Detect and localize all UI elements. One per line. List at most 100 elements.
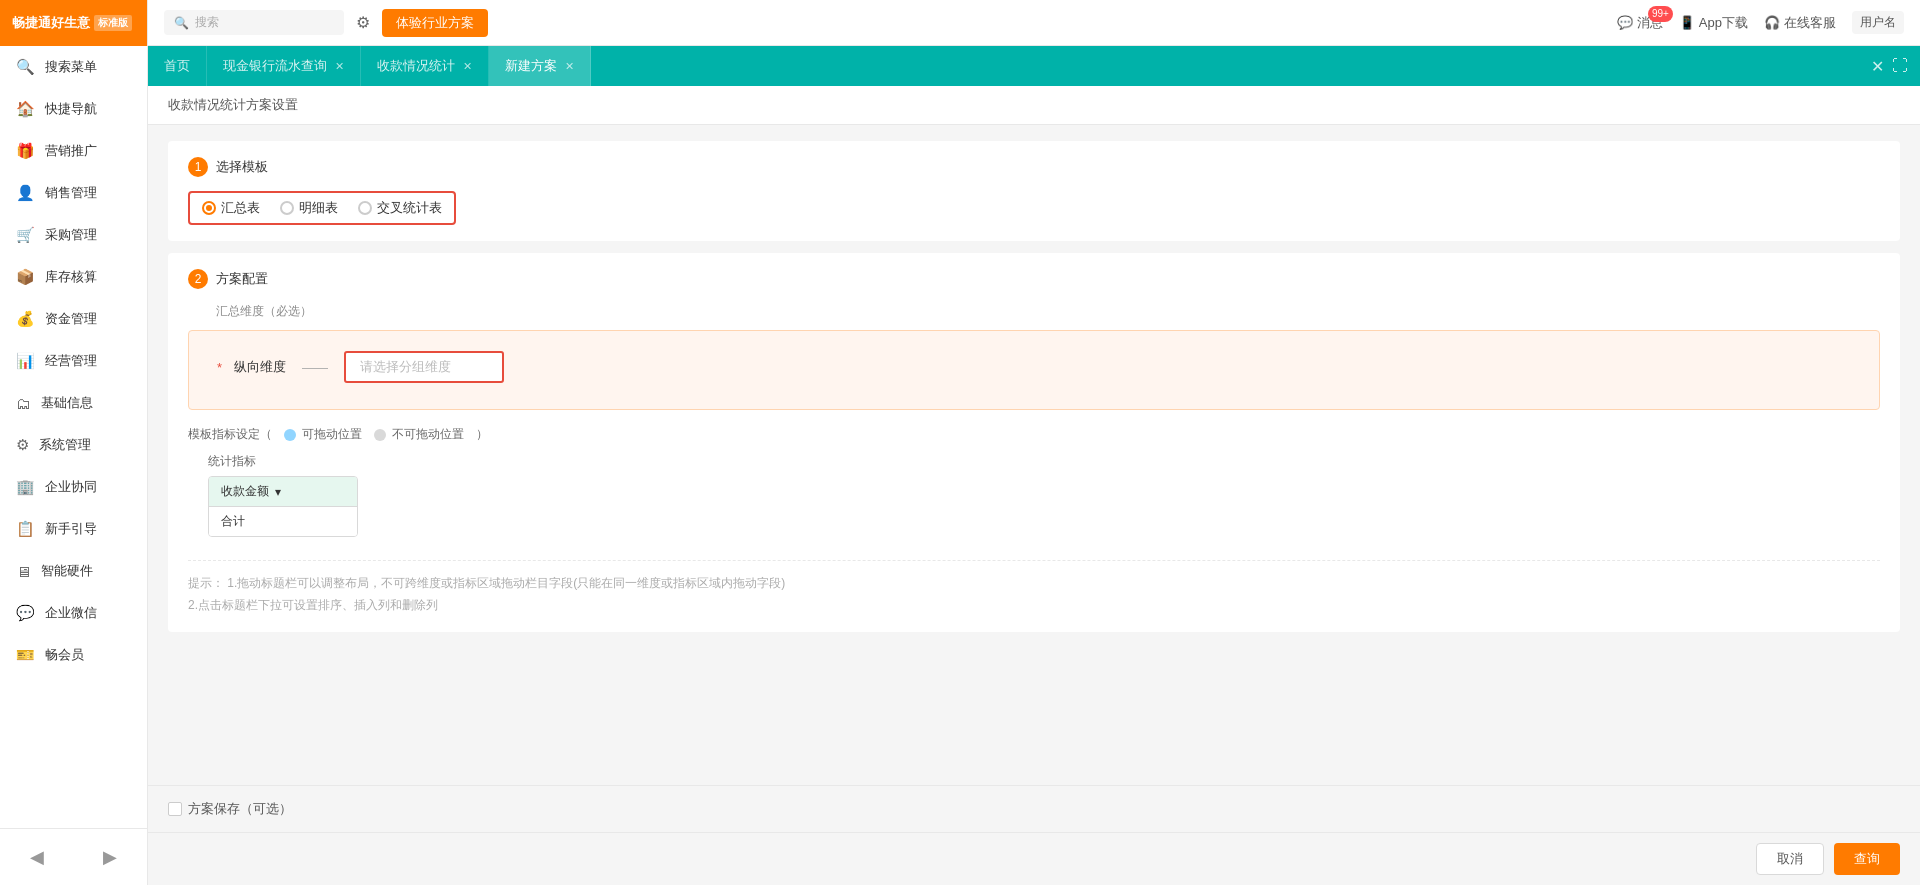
tab-receipt[interactable]: 收款情况统计 ✕ — [361, 46, 489, 86]
sidebar-logo: 畅捷通好生意 标准版 — [0, 0, 147, 46]
user-profile[interactable]: 用户名 — [1852, 11, 1904, 34]
sidebar-item-funds[interactable]: 💰 资金管理 — [0, 298, 147, 340]
tabbar: 首页 现金银行流水查询 ✕ 收款情况统计 ✕ 新建方案 ✕ ✕ ⛶ — [148, 46, 1920, 86]
radio-cross-label: 交叉统计表 — [377, 199, 442, 217]
sidebar-item-guide[interactable]: 📋 新手引导 — [0, 508, 147, 550]
tip-line1: 提示： 1.拖动标题栏可以调整布局，不可跨维度或指标区域拖动栏目字段(只能在同一… — [188, 573, 1880, 595]
sidebar-item-label: 搜索菜单 — [45, 58, 97, 76]
dimension-row: * 纵向维度 —— 请选择分组维度 — [217, 351, 1859, 383]
sidebar-bottom: ◀ ▶ — [0, 828, 147, 885]
radio-detail-label: 明细表 — [299, 199, 338, 217]
sidebar-item-label: 采购管理 — [45, 226, 97, 244]
topbar-search[interactable]: 🔍 搜索 — [164, 10, 344, 35]
sidebar-item-management[interactable]: 📊 经营管理 — [0, 340, 147, 382]
radio-detail-circle — [280, 201, 294, 215]
indicator-table-row: 合计 — [209, 507, 357, 536]
indicator-table-header: 收款金额 ▾ — [209, 477, 357, 507]
sidebar-item-marketing[interactable]: 🎁 营销推广 — [0, 130, 147, 172]
required-star: * — [217, 360, 222, 375]
message-badge[interactable]: 💬 消息 99+ — [1617, 14, 1663, 32]
save-plan-checkbox[interactable]: 方案保存（可选） — [168, 800, 292, 818]
tab-cashflow[interactable]: 现金银行流水查询 ✕ — [207, 46, 361, 86]
folder-icon: 🗂 — [16, 395, 31, 412]
tips-area: 提示： 1.拖动标题栏可以调整布局，不可跨维度或指标区域拖动栏目字段(只能在同一… — [188, 560, 1880, 616]
download-link[interactable]: 📱 App下载 — [1679, 14, 1748, 32]
topbar-right: 💬 消息 99+ 📱 App下载 🎧 在线客服 用户名 — [1617, 11, 1904, 34]
tab-home[interactable]: 首页 — [148, 46, 207, 86]
sidebar: 畅捷通好生意 标准版 🔍 搜索菜单 🏠 快捷导航 🎁 营销推广 👤 销售管理 🛒… — [0, 0, 148, 885]
service-link[interactable]: 🎧 在线客服 — [1764, 14, 1836, 32]
sidebar-item-label: 经营管理 — [45, 352, 97, 370]
sidebar-item-hardware[interactable]: 🖥 智能硬件 — [0, 550, 147, 592]
non-draggable-indicator — [374, 429, 386, 441]
non-draggable-tag: 不可拖动位置 — [374, 426, 464, 443]
sidebar-item-wechat[interactable]: 💬 企业微信 — [0, 592, 147, 634]
sidebar-item-enterprise[interactable]: 🏢 企业协同 — [0, 466, 147, 508]
tab-expand-icon[interactable]: ⛶ — [1892, 57, 1908, 75]
sidebar-item-label: 企业微信 — [45, 604, 97, 622]
page-body: 1 选择模板 汇总表 明细表 交叉统计表 — [148, 125, 1920, 785]
service-icon: 🎧 — [1764, 15, 1780, 30]
tab-newplan-close[interactable]: ✕ — [565, 60, 574, 73]
sidebar-item-inventory[interactable]: 📦 库存核算 — [0, 256, 147, 298]
tab-close-all-icon[interactable]: ✕ — [1871, 57, 1884, 76]
tab-newplan[interactable]: 新建方案 ✕ — [489, 46, 591, 86]
industry-button[interactable]: 体验行业方案 — [382, 9, 488, 37]
sidebar-item-label: 畅会员 — [45, 646, 84, 664]
ticket-icon: 🎫 — [16, 646, 35, 664]
draggable-tag: 可拖动位置 — [284, 426, 362, 443]
sidebar-collapse-btn[interactable]: ◀ — [17, 837, 57, 877]
draggable-label: 可拖动位置 — [302, 426, 362, 443]
footer: 方案保存（可选） — [148, 785, 1920, 832]
radio-summary-label: 汇总表 — [221, 199, 260, 217]
radio-cross[interactable]: 交叉统计表 — [358, 199, 442, 217]
sidebar-item-member[interactable]: 🎫 畅会员 — [0, 634, 147, 676]
query-button[interactable]: 查询 — [1834, 843, 1900, 875]
clipboard-icon: 📋 — [16, 520, 35, 538]
sidebar-item-label: 快捷导航 — [45, 100, 97, 118]
sidebar-item-basic[interactable]: 🗂 基础信息 — [0, 382, 147, 424]
sidebar-item-label: 库存核算 — [45, 268, 97, 286]
sidebar-item-label: 资金管理 — [45, 310, 97, 328]
sidebar-item-search[interactable]: 🔍 搜索菜单 — [0, 46, 147, 88]
save-plan-label: 方案保存（可选） — [188, 800, 292, 818]
dropdown-chevron-icon[interactable]: ▾ — [275, 485, 281, 499]
user-icon: 👤 — [16, 184, 35, 202]
building-icon: 🏢 — [16, 478, 35, 496]
step1-title: 选择模板 — [216, 158, 268, 176]
step2-header: 2 方案配置 — [188, 269, 1880, 289]
step2-badge: 2 — [188, 269, 208, 289]
tab-cashflow-close[interactable]: ✕ — [335, 60, 344, 73]
search-icon: 🔍 — [174, 16, 189, 30]
sidebar-item-system[interactable]: ⚙ 系统管理 — [0, 424, 147, 466]
sidebar-expand-btn[interactable]: ▶ — [90, 837, 130, 877]
topbar: 🔍 搜索 ⚙ 体验行业方案 💬 消息 99+ 📱 App下载 🎧 在线客服 用户… — [148, 0, 1920, 46]
tab-receipt-label: 收款情况统计 — [377, 57, 455, 75]
radio-summary[interactable]: 汇总表 — [202, 199, 260, 217]
home-icon: 🏠 — [16, 100, 35, 118]
sidebar-item-purchase[interactable]: 🛒 采购管理 — [0, 214, 147, 256]
message-icon: 💬 — [1617, 15, 1633, 30]
dimension-select[interactable]: 请选择分组维度 — [344, 351, 504, 383]
message-count: 99+ — [1648, 6, 1673, 22]
dimension-area: * 纵向维度 —— 请选择分组维度 — [188, 330, 1880, 410]
download-icon: 📱 — [1679, 15, 1695, 30]
radio-summary-circle — [202, 201, 216, 215]
step1-badge: 1 — [188, 157, 208, 177]
radio-detail[interactable]: 明细表 — [280, 199, 338, 217]
tabbar-right: ✕ ⛶ — [1871, 57, 1920, 76]
sidebar-item-quicknav[interactable]: 🏠 快捷导航 — [0, 88, 147, 130]
tab-receipt-close[interactable]: ✕ — [463, 60, 472, 73]
sidebar-item-sales[interactable]: 👤 销售管理 — [0, 172, 147, 214]
step2-section: 2 方案配置 汇总维度（必选） * 纵向维度 —— 请选择分组维度 — [168, 253, 1900, 632]
chart-icon: 📊 — [16, 352, 35, 370]
box-icon: 📦 — [16, 268, 35, 286]
gear-icon: ⚙ — [16, 436, 29, 454]
draggable-indicator — [284, 429, 296, 441]
step2-title: 方案配置 — [216, 270, 268, 288]
sidebar-item-label: 智能硬件 — [41, 562, 93, 580]
sidebar-item-label: 企业协同 — [45, 478, 97, 496]
settings-icon[interactable]: ⚙ — [356, 13, 370, 32]
action-bar: 取消 查询 — [148, 832, 1920, 885]
cancel-button[interactable]: 取消 — [1756, 843, 1824, 875]
